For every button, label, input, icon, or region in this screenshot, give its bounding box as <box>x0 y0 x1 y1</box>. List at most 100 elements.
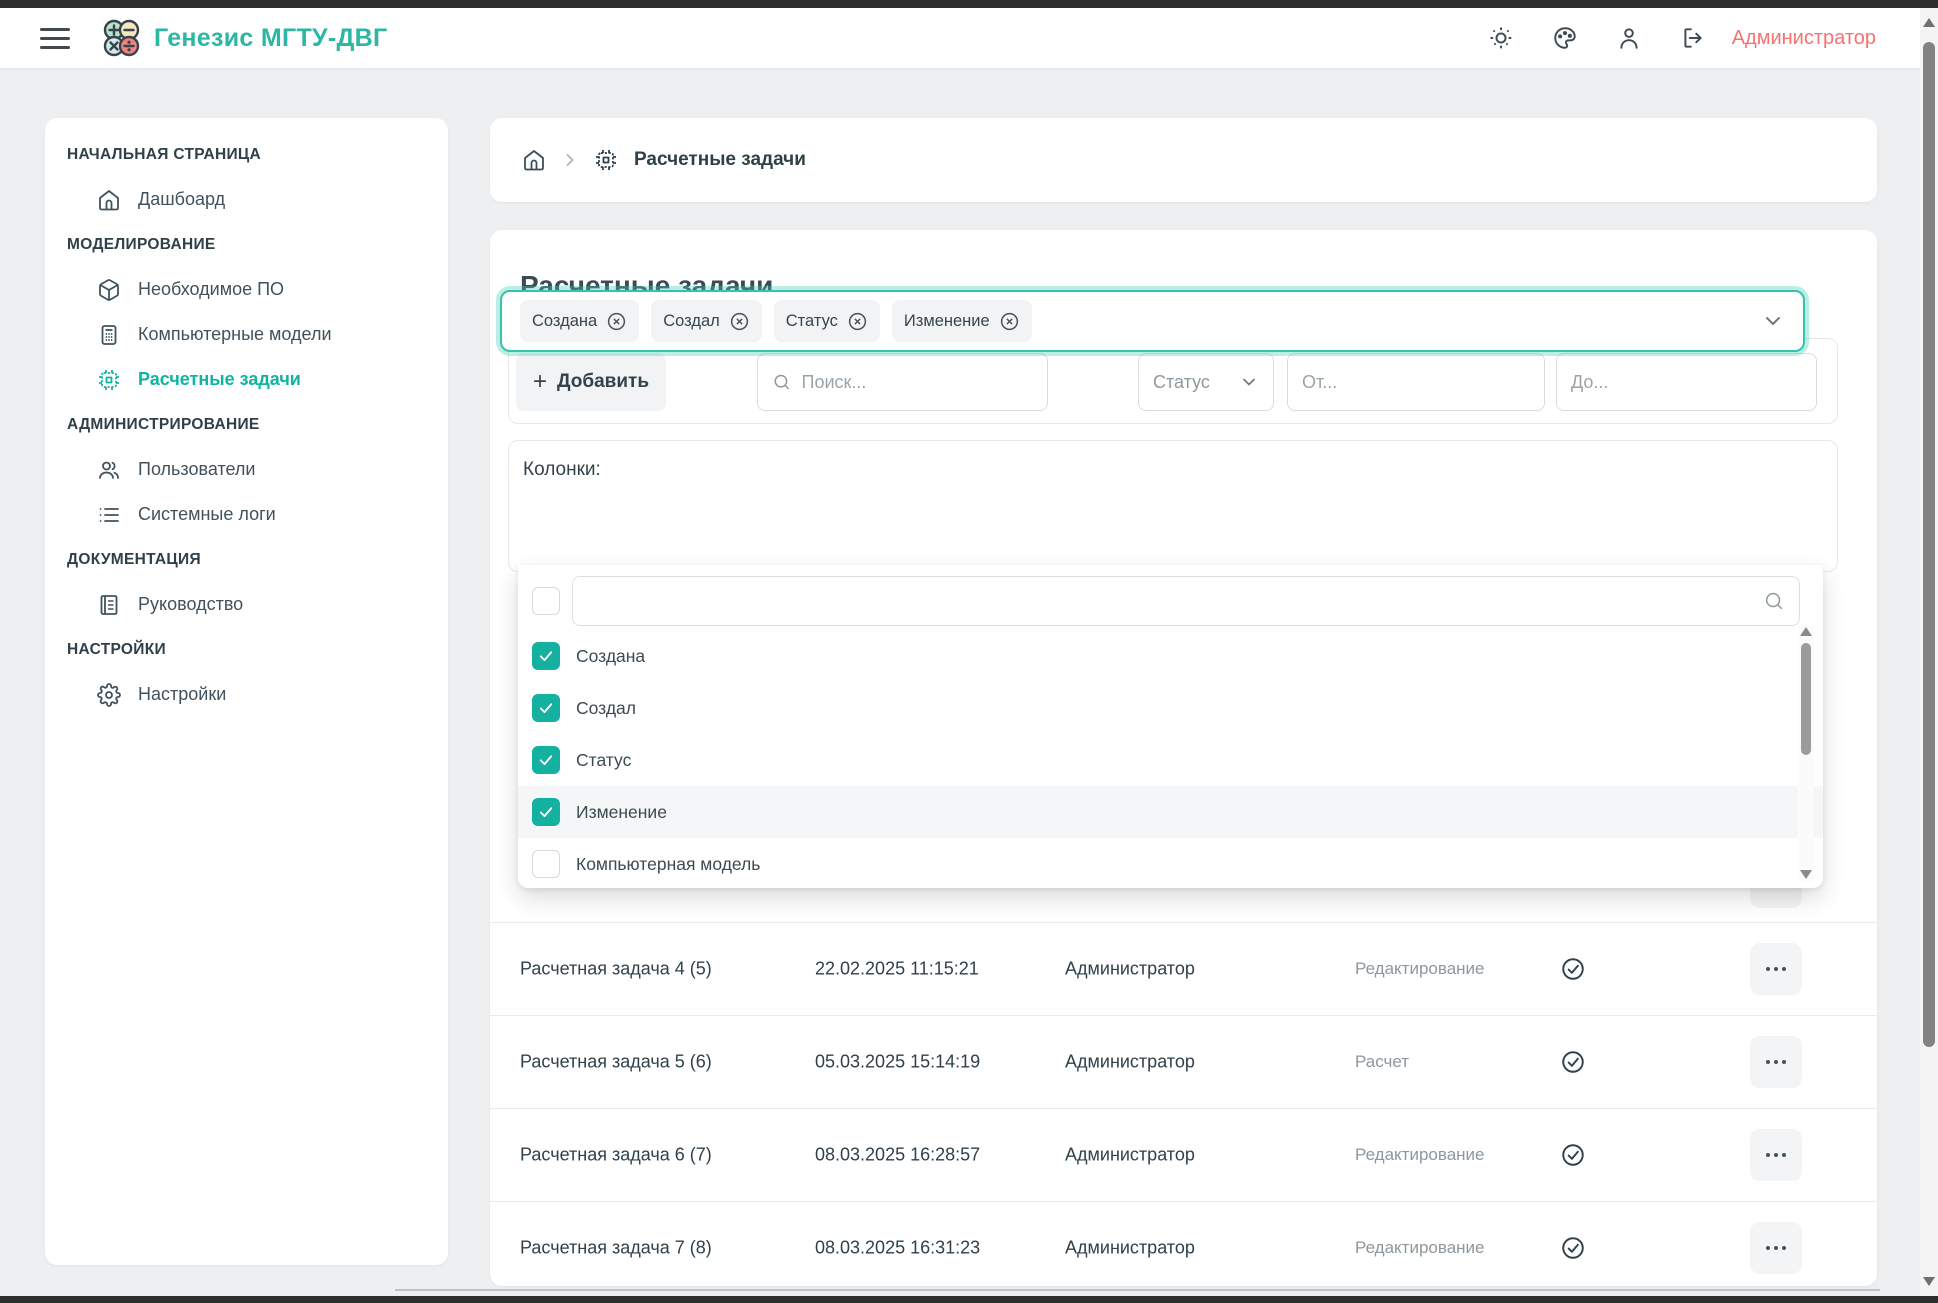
remove-chip-icon[interactable] <box>999 311 1020 332</box>
breadcrumb-current[interactable]: Расчетные задачи <box>634 149 806 171</box>
search-field[interactable] <box>757 353 1048 411</box>
dropdown-option[interactable]: Компьютерная модель <box>518 838 1823 888</box>
dropdown-scrollbar[interactable] <box>1798 625 1814 881</box>
date-from-field[interactable] <box>1287 353 1545 411</box>
task-status: Редактирование <box>1355 1145 1485 1164</box>
select-all-checkbox[interactable] <box>532 587 560 615</box>
task-status: Расчет <box>1355 1052 1410 1071</box>
date-to-input[interactable] <box>1571 371 1802 393</box>
checkbox-checked-icon[interactable] <box>532 746 560 774</box>
cpu-icon <box>596 150 616 170</box>
window-top-edge <box>0 0 1938 8</box>
dropdown-options-list: Создана Создал Статус Изменение Компьюте… <box>518 630 1823 888</box>
sidebar-item-dashboard[interactable]: Дашбоард <box>67 177 448 222</box>
scroll-up-icon[interactable] <box>1800 627 1812 636</box>
row-actions-button[interactable] <box>1750 1129 1802 1181</box>
home-icon[interactable] <box>522 148 546 172</box>
sidebar-item-users[interactable]: Пользователи <box>67 447 448 492</box>
scroll-down-icon[interactable] <box>1923 1277 1935 1286</box>
chevron-down-icon <box>1243 378 1255 386</box>
table-row[interactable]: Расчетная задача 6 (7) 08.03.2025 16:28:… <box>490 1108 1877 1201</box>
dropdown-search-field[interactable] <box>572 576 1800 626</box>
columns-multiselect[interactable]: Создана Создал Статус Изменение <box>500 290 1805 352</box>
users-icon <box>99 461 119 479</box>
theme-sun-icon[interactable] <box>1488 25 1514 51</box>
horizontal-scrollbar[interactable] <box>395 1289 1880 1291</box>
sidebar-item-system-logs[interactable]: Системные логи <box>67 492 448 537</box>
task-author: Администратор <box>1065 1237 1195 1258</box>
main-content-card: Расчетные задачи + Добавить Статус <box>490 230 1877 1286</box>
user-profile-icon[interactable] <box>1616 25 1642 51</box>
hamburger-menu-icon[interactable] <box>40 27 70 49</box>
dropdown-option[interactable]: Создал <box>518 682 1823 734</box>
logout-icon[interactable] <box>1680 25 1706 51</box>
sidebar-item-required-software[interactable]: Необходимое ПО <box>67 267 448 312</box>
task-created: 08.03.2025 16:28:57 <box>815 1144 981 1165</box>
sidebar-item-manual[interactable]: Руководство <box>67 582 448 627</box>
app-title: Генезис МГТУ-ДВГ <box>154 23 388 52</box>
scrollbar-thumb[interactable] <box>1923 42 1935 1047</box>
check-circle-icon <box>1562 1144 1584 1166</box>
cpu-icon <box>99 369 119 390</box>
sidebar: НАЧАЛЬНАЯ СТРАНИЦА Дашбоард МОДЕЛИРОВАНИ… <box>45 118 448 1265</box>
task-author: Администратор <box>1065 958 1195 979</box>
remove-chip-icon[interactable] <box>606 311 627 332</box>
date-to-field[interactable] <box>1556 353 1817 411</box>
column-chip: Изменение <box>891 300 1032 342</box>
sidebar-section-documentation: ДОКУМЕНТАЦИЯ <box>67 550 201 568</box>
user-role-label[interactable]: Администратор <box>1732 27 1876 50</box>
scroll-up-icon[interactable] <box>1923 18 1935 27</box>
browser-scrollbar[interactable] <box>1920 8 1938 1296</box>
book-icon <box>100 594 118 615</box>
checkbox-checked-icon[interactable] <box>532 798 560 826</box>
row-actions-button[interactable] <box>1750 943 1802 995</box>
dropdown-option[interactable]: Статус <box>518 734 1823 786</box>
table-row[interactable]: Расчетная задача 4 (5) 22.02.2025 11:15:… <box>490 922 1877 1015</box>
add-button[interactable]: + Добавить <box>516 353 666 411</box>
palette-icon[interactable] <box>1552 25 1578 51</box>
dropdown-option[interactable]: Изменение <box>518 786 1823 838</box>
dropdown-search-row <box>518 572 1823 630</box>
check-circle-icon <box>1562 1051 1584 1073</box>
task-created: 08.03.2025 16:31:23 <box>815 1237 981 1258</box>
dropdown-option[interactable]: Создана <box>518 630 1823 682</box>
status-select[interactable]: Статус <box>1138 353 1274 411</box>
column-chip: Статус <box>773 300 880 342</box>
remove-chip-icon[interactable] <box>729 311 750 332</box>
breadcrumb: Расчетные задачи <box>490 118 1877 202</box>
column-chip: Создана <box>520 300 640 342</box>
sidebar-item-computer-models[interactable]: Компьютерные модели <box>67 312 448 357</box>
tasks-table: Расчетная задача 4 (5) 22.02.2025 11:15:… <box>490 922 1877 1286</box>
task-name: Расчетная задача 5 (6) <box>520 1051 712 1072</box>
checkbox-unchecked-icon[interactable] <box>532 850 560 878</box>
checkbox-checked-icon[interactable] <box>532 642 560 670</box>
row-actions-button[interactable] <box>1750 1222 1802 1274</box>
checkbox-checked-icon[interactable] <box>532 694 560 722</box>
check-circle-icon <box>1562 1237 1584 1259</box>
sidebar-item-calculation-tasks[interactable]: Расчетные задачи <box>67 357 448 402</box>
table-row[interactable]: Расчетная задача 7 (8) 08.03.2025 16:31:… <box>490 1201 1877 1286</box>
sidebar-section-settings: НАСТРОЙКИ <box>67 640 166 658</box>
scrollbar-thumb[interactable] <box>1801 643 1811 755</box>
task-name: Расчетная задача 7 (8) <box>520 1237 712 1258</box>
task-name: Расчетная задача 4 (5) <box>520 958 712 979</box>
package-icon <box>99 278 119 301</box>
app-logo <box>100 17 142 59</box>
remove-chip-icon[interactable] <box>847 311 868 332</box>
sidebar-item-settings[interactable]: Настройки <box>67 672 448 717</box>
sidebar-section-modeling: МОДЕЛИРОВАНИЕ <box>67 235 216 253</box>
columns-box: Колонки: <box>508 440 1838 572</box>
search-input[interactable] <box>801 371 1033 393</box>
chevron-down-icon[interactable] <box>1761 309 1785 333</box>
table-row[interactable]: Расчетная задача 5 (6) 05.03.2025 15:14:… <box>490 1015 1877 1108</box>
list-icon <box>99 507 119 522</box>
row-actions-button[interactable] <box>1750 1036 1802 1088</box>
home-icon <box>99 189 119 210</box>
task-name: Расчетная задача 6 (7) <box>520 1144 712 1165</box>
dropdown-search-input[interactable] <box>587 591 1763 611</box>
task-author: Администратор <box>1065 1144 1195 1165</box>
app-window: Генезис МГТУ-ДВГ Администратор НАЧАЛЬНАЯ… <box>0 0 1938 1303</box>
task-status: Редактирование <box>1355 1238 1485 1257</box>
date-from-input[interactable] <box>1302 371 1530 393</box>
scroll-down-icon[interactable] <box>1800 870 1812 879</box>
